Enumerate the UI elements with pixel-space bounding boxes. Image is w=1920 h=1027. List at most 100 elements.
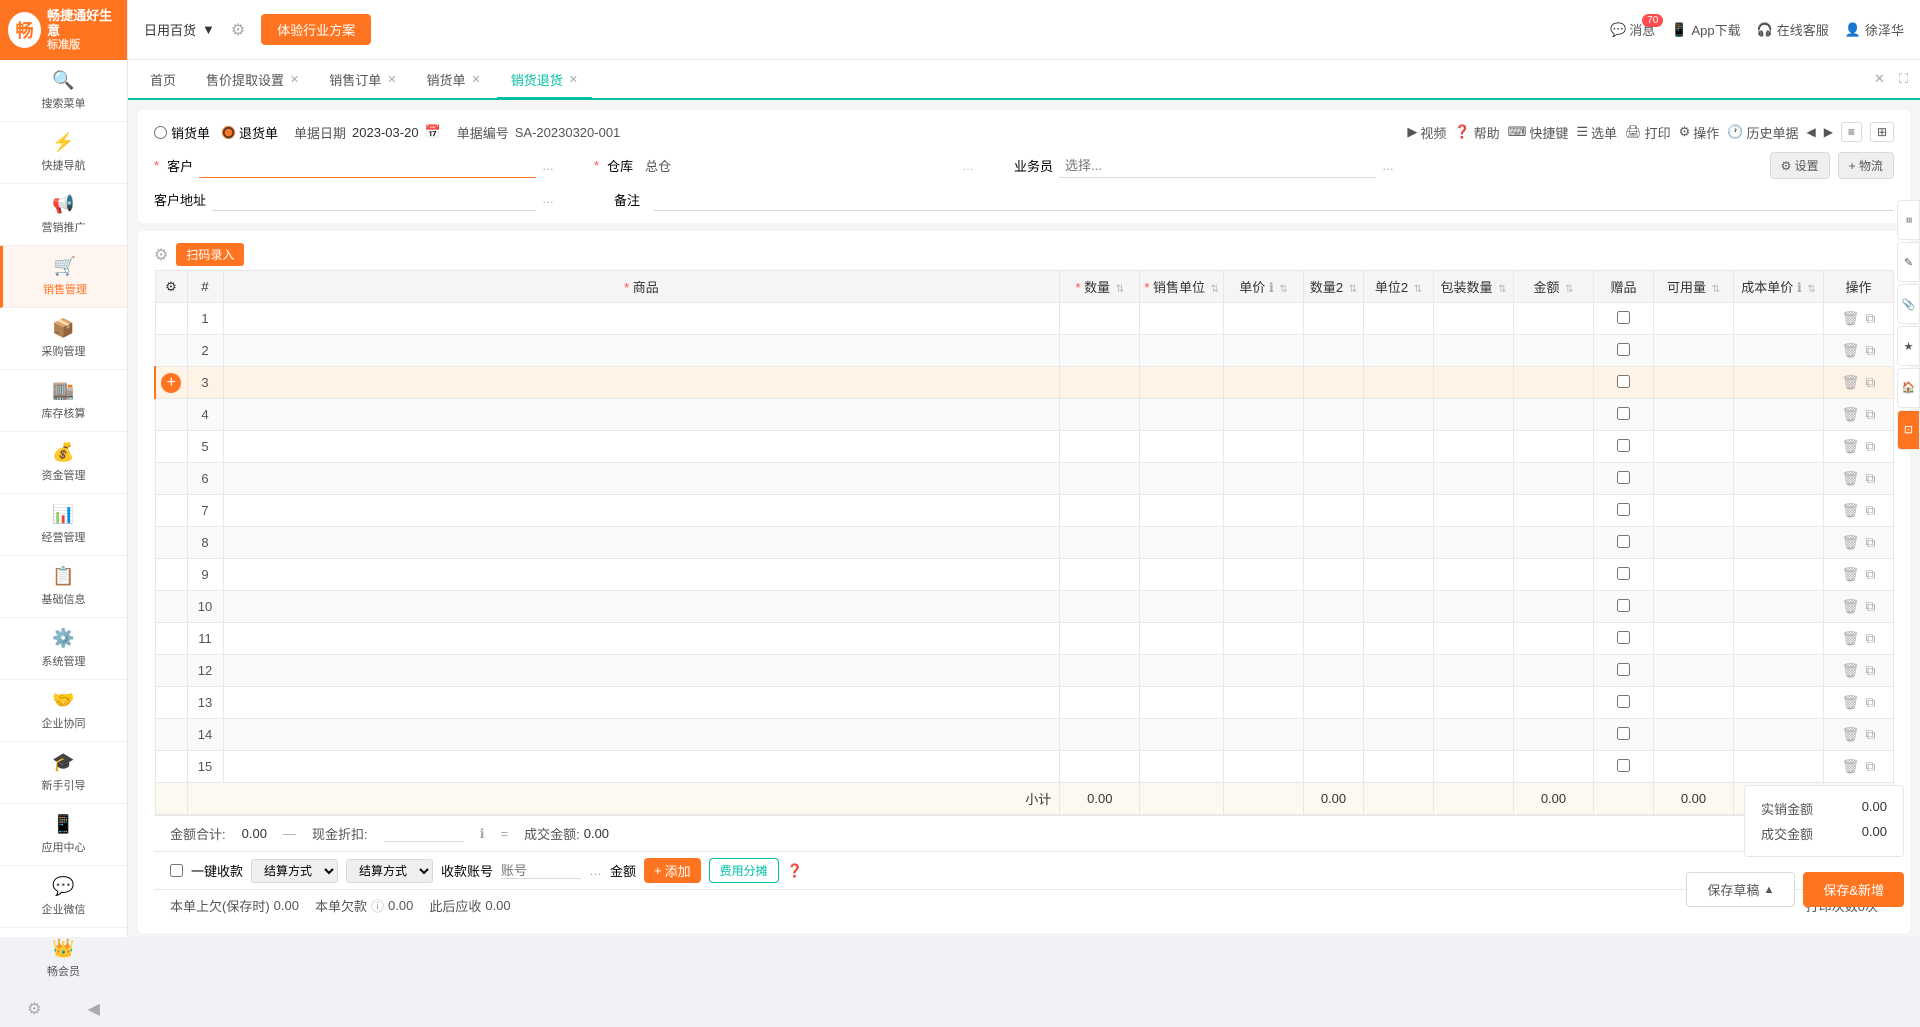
row1-unit2[interactable] xyxy=(1364,303,1434,335)
qty2-sort-icon[interactable]: ⇅ xyxy=(1349,284,1357,295)
row15-delete-icon[interactable]: 🗑 xyxy=(1842,758,1860,775)
row2-product[interactable] xyxy=(223,335,1060,367)
print-btn[interactable]: 🖨 打印 xyxy=(1625,122,1671,142)
tab-sales-delivery[interactable]: 销货单 ✕ xyxy=(412,62,494,99)
calc-method-select[interactable]: 结算方式 xyxy=(346,859,433,883)
row1-price[interactable] xyxy=(1224,303,1304,335)
unit2-sort-icon[interactable]: ⇅ xyxy=(1414,284,1422,295)
row2-unit2[interactable] xyxy=(1364,335,1434,367)
row2-qty2[interactable] xyxy=(1304,335,1364,367)
one-click-payment-check[interactable] xyxy=(170,864,183,877)
row3-unit2[interactable] xyxy=(1364,367,1434,399)
tab-price-setting[interactable]: 售价提取设置 ✕ xyxy=(192,62,313,99)
row3-qty2[interactable] xyxy=(1304,367,1364,399)
account-input[interactable] xyxy=(501,863,581,879)
settings-button[interactable]: ⚙ 设置 xyxy=(1770,152,1830,179)
sidebar-item-marketing[interactable]: 📢 营销推广 xyxy=(0,184,127,246)
customer-dots[interactable]: … xyxy=(542,159,554,173)
sidebar-setting-icon[interactable]: ⚙ xyxy=(27,999,41,1019)
row3-price[interactable] xyxy=(1224,367,1304,399)
history-btn[interactable]: 🕐 历史单据 xyxy=(1727,122,1798,142)
row3-delete-icon[interactable]: 🗑 xyxy=(1842,374,1860,391)
row3-amount[interactable] xyxy=(1514,367,1594,399)
header-service-btn[interactable]: 🎧 在线客服 xyxy=(1757,20,1829,39)
row9-delete-icon[interactable]: 🗑 xyxy=(1842,566,1860,583)
row2-price[interactable] xyxy=(1224,335,1304,367)
row11-copy-icon[interactable]: ⧉ xyxy=(1865,630,1875,647)
sidebar-item-appstore[interactable]: 📱 应用中心 xyxy=(0,804,127,866)
row1-gift-check[interactable] xyxy=(1617,311,1630,324)
row5-copy-icon[interactable]: ⧉ xyxy=(1865,438,1875,455)
row13-delete-icon[interactable]: 🗑 xyxy=(1842,694,1860,711)
row15-copy-icon[interactable]: ⧉ xyxy=(1865,758,1875,775)
save-new-button[interactable]: 保存&新增 xyxy=(1803,872,1904,907)
radio-sales-input[interactable] xyxy=(154,126,167,139)
row3-product-input[interactable] xyxy=(226,375,1058,390)
tab-home[interactable]: 首页 xyxy=(136,62,190,99)
row9-copy-icon[interactable]: ⧉ xyxy=(1865,566,1875,583)
row3-qty[interactable] xyxy=(1060,367,1140,399)
row1-gift[interactable] xyxy=(1594,303,1654,335)
scan-button[interactable]: 扫码录入 xyxy=(176,243,244,266)
close-all-tabs[interactable]: ✕ xyxy=(1866,71,1893,87)
row7-copy-icon[interactable]: ⧉ xyxy=(1865,502,1875,519)
row2-cost[interactable] xyxy=(1734,335,1824,367)
tab-sales-return[interactable]: 销货退货 ✕ xyxy=(497,62,592,99)
row4-copy-icon[interactable]: ⧉ xyxy=(1865,406,1875,423)
row1-cost[interactable] xyxy=(1734,303,1824,335)
warehouse-dots[interactable]: … xyxy=(962,159,974,173)
row3-product[interactable] xyxy=(223,367,1060,399)
header-nav-selector[interactable]: 日用百货 ▼ xyxy=(144,20,215,39)
row2-pack[interactable] xyxy=(1434,335,1514,367)
header-user-btn[interactable]: 👤 徐泽华 xyxy=(1845,20,1904,39)
row2-delete-icon[interactable]: 🗑 xyxy=(1842,342,1860,359)
sidebar-item-system[interactable]: ⚙️ 系统管理 xyxy=(0,618,127,680)
row1-copy-icon[interactable]: ⧉ xyxy=(1865,310,1875,327)
add-row-icon[interactable]: + xyxy=(161,373,181,393)
calendar-icon[interactable]: 📅 xyxy=(425,124,441,140)
prev-record-btn[interactable]: ◀ xyxy=(1806,122,1815,142)
sidebar-item-corp[interactable]: 🤝 企业协同 xyxy=(0,680,127,742)
right-panel-btn-5[interactable]: 🏠 xyxy=(1897,368,1920,408)
row6-gift-check[interactable] xyxy=(1617,471,1630,484)
sidebar-item-inventory[interactable]: 🏬 库存核算 xyxy=(0,370,127,432)
row1-qty[interactable] xyxy=(1060,303,1140,335)
row3-gift-check[interactable] xyxy=(1617,375,1630,388)
row4-gift-check[interactable] xyxy=(1617,407,1630,420)
row10-gift-check[interactable] xyxy=(1617,599,1630,612)
fee-help-icon[interactable]: ❓ xyxy=(787,863,803,879)
header-message-btn[interactable]: 💬 消息 70 xyxy=(1610,20,1655,39)
radio-return[interactable]: 退货单 xyxy=(222,123,278,142)
amount-sort-icon[interactable]: ⇅ xyxy=(1565,284,1573,295)
row2-copy-icon[interactable]: ⧉ xyxy=(1865,342,1875,359)
row10-delete-icon[interactable]: 🗑 xyxy=(1842,598,1860,615)
row7-gift-check[interactable] xyxy=(1617,503,1630,516)
card-view-btn[interactable]: ⊞ xyxy=(1870,122,1894,142)
row2-avail[interactable] xyxy=(1654,335,1734,367)
row10-copy-icon[interactable]: ⧉ xyxy=(1865,598,1875,615)
row2-amount[interactable] xyxy=(1514,335,1594,367)
row3-copy-icon[interactable]: ⧉ xyxy=(1865,374,1875,391)
row3-unit[interactable] xyxy=(1140,367,1224,399)
avail-sort-icon[interactable]: ⇅ xyxy=(1712,284,1720,295)
price-sort-icon[interactable]: ⇅ xyxy=(1279,284,1287,295)
header-gear-icon[interactable]: ⚙ xyxy=(231,20,245,40)
row1-avail[interactable] xyxy=(1654,303,1734,335)
sidebar-item-sales[interactable]: 🛒 销售管理 xyxy=(0,246,127,308)
address-input[interactable] xyxy=(212,187,536,211)
row5-gift-check[interactable] xyxy=(1617,439,1630,452)
row14-delete-icon[interactable]: 🗑 xyxy=(1842,726,1860,743)
sidebar-item-purchase[interactable]: 📦 采购管理 xyxy=(0,308,127,370)
row12-copy-icon[interactable]: ⧉ xyxy=(1865,662,1875,679)
sidebar-item-base[interactable]: 📋 基础信息 xyxy=(0,556,127,618)
table-view-btn[interactable]: ≡ xyxy=(1841,122,1862,142)
right-panel-btn-6[interactable]: ⊡ xyxy=(1897,410,1920,450)
row14-copy-icon[interactable]: ⧉ xyxy=(1865,726,1875,743)
row3-cost[interactable] xyxy=(1734,367,1824,399)
help-btn[interactable]: ❓ 帮助 xyxy=(1454,122,1499,142)
discount-input[interactable] xyxy=(384,826,464,842)
shortcut-btn[interactable]: ⌨ 快捷键 xyxy=(1508,122,1569,142)
pack-sort-icon[interactable]: ⇅ xyxy=(1498,284,1506,295)
cost-sort-icon[interactable]: ⇅ xyxy=(1807,284,1815,295)
account-dots[interactable]: … xyxy=(589,863,602,878)
